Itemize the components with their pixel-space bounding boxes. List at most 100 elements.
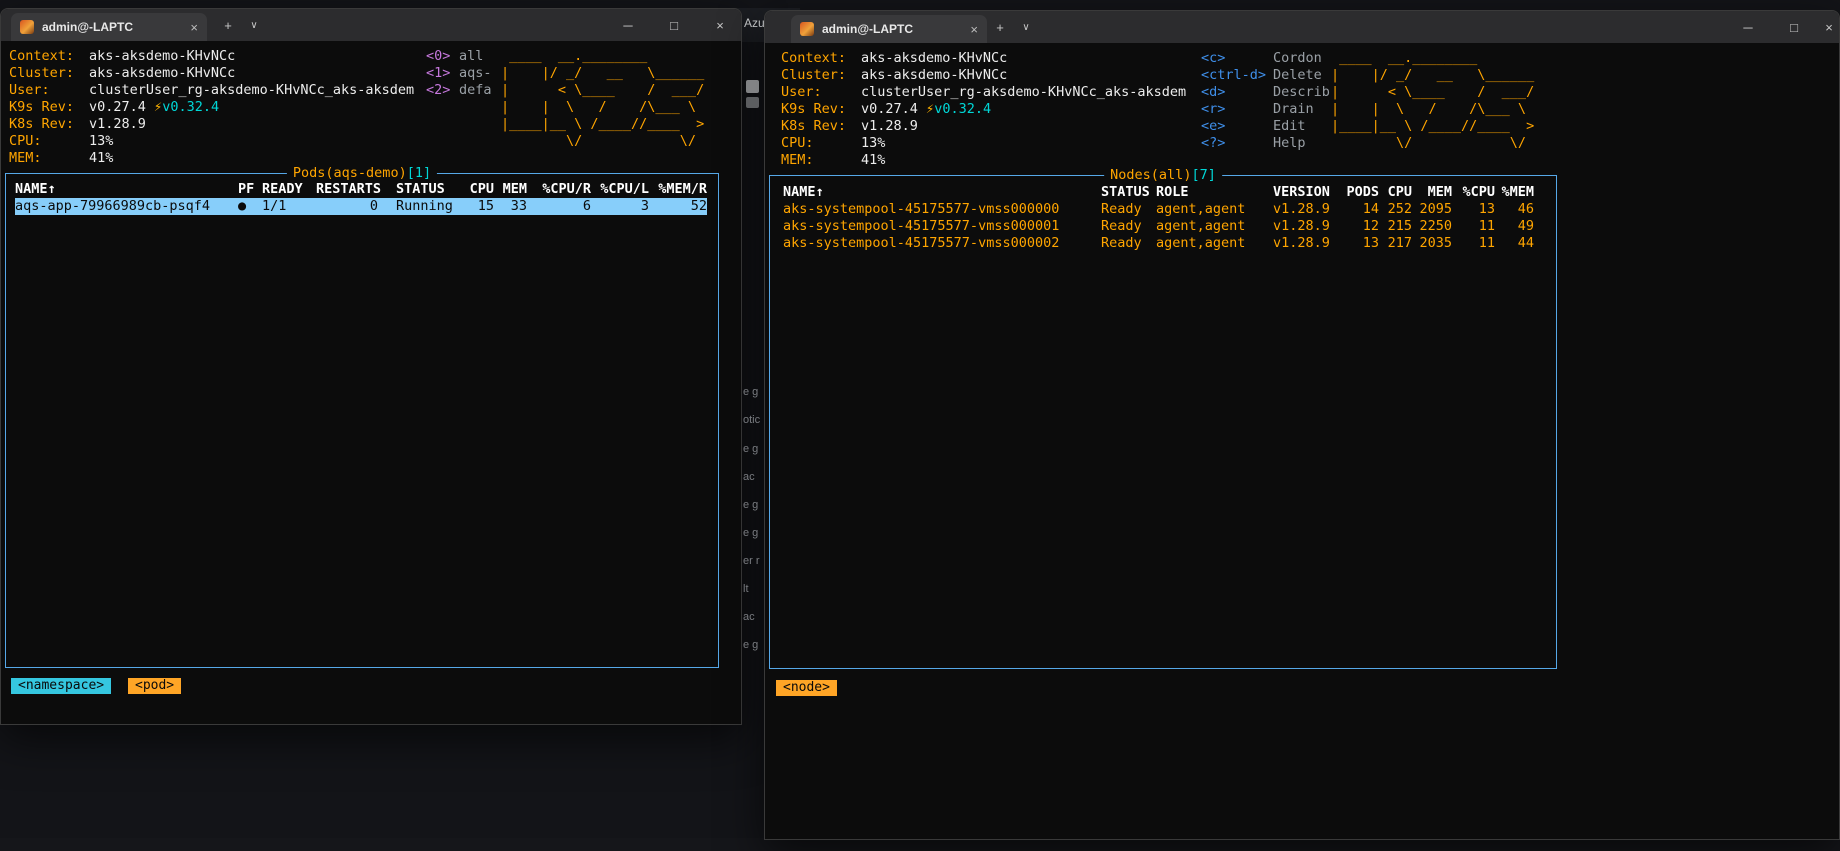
menu-key: <c>	[1201, 50, 1226, 66]
node-row[interactable]: aks-systempool-45175577-vmss000001 Ready…	[783, 218, 1534, 235]
cell-role: agent,agent	[1156, 218, 1246, 234]
info-value: v1.28.9	[89, 116, 146, 132]
cell-cpu-pct: 11	[1478, 235, 1495, 251]
cell-status: Ready	[1101, 201, 1142, 217]
info-label: Context:	[9, 48, 75, 64]
cell-cpu: 217	[1387, 235, 1412, 251]
col-mem: MEM	[502, 181, 527, 197]
k9s-logo: ____ __.________ | |/ _/ __ \______ | < …	[501, 48, 705, 149]
terminal-tab[interactable]: admin@-LAPTC ×	[791, 15, 987, 43]
upgrade-bolt-icon: ⚡	[154, 99, 163, 115]
menu-item-namespace-all[interactable]: <0> all	[426, 48, 483, 65]
node-row[interactable]: aks-systempool-45175577-vmss000002 Ready…	[783, 235, 1534, 252]
col-cpu-pct: %CPU	[1462, 184, 1495, 200]
pod-row-selected[interactable]: aqs-app-79966989cb-psqf4 ● 1/1 0 Running…	[15, 198, 707, 215]
info-label: CPU:	[781, 135, 814, 151]
maximize-button[interactable]: □	[1771, 11, 1817, 43]
node-row[interactable]: aks-systempool-45175577-vmss000000 Ready…	[783, 201, 1534, 218]
menu-item-drain[interactable]: <r> Drain	[1201, 101, 1314, 118]
info-value: v0.27.4	[861, 101, 918, 117]
col-pf: PF	[238, 181, 255, 197]
cell-role: agent,agent	[1156, 201, 1246, 217]
crumb-pod[interactable]: <pod>	[128, 678, 182, 694]
cell-mem-pct: 44	[1517, 235, 1534, 251]
background-text-fragment: e g	[743, 386, 759, 398]
col-cpu-l: %CPU/L	[600, 181, 649, 197]
upgrade-version: v0.32.4	[162, 99, 220, 115]
col-status: STATUS	[1101, 184, 1150, 200]
info-line-user: User: clusterUser_rg-aksdemo-KHvNCc_aks-a…	[9, 82, 414, 99]
info-label: Context:	[781, 50, 847, 66]
background-text-fragment: ac	[743, 611, 755, 623]
close-button[interactable]: ×	[1817, 11, 1839, 43]
cell-cpu: 252	[1387, 201, 1412, 217]
crumb-namespace[interactable]: <namespace>	[11, 678, 112, 694]
crumb-node[interactable]: <node>	[776, 680, 837, 696]
maximize-button[interactable]: □	[651, 9, 697, 41]
menu-label: defa	[459, 82, 492, 98]
terminal-tab[interactable]: admin@-LAPTC ×	[11, 13, 207, 41]
right-titlebar: admin@-LAPTC × + ∨ ─ □ ×	[765, 11, 1839, 43]
menu-item-edit[interactable]: <e> Edit	[1201, 118, 1306, 135]
col-restarts: RESTARTS	[316, 181, 382, 197]
col-name: NAME↑	[783, 184, 824, 200]
close-button[interactable]: ×	[697, 9, 741, 41]
menu-label: Delete	[1273, 67, 1322, 83]
info-line-context: Context: aks-aksdemo-KHvNCc	[9, 48, 235, 65]
cell-cpu: 215	[1387, 218, 1412, 234]
background-text-fragment: e g	[743, 527, 759, 539]
col-mem: MEM	[1427, 184, 1452, 200]
left-terminal-content: Context: aks-aksdemo-KHvNCc Cluster: aks-a…	[1, 41, 741, 724]
menu-item-cordon[interactable]: <c> Cordon	[1201, 50, 1322, 67]
cell-restarts: 0	[369, 198, 378, 214]
cell-role: agent,agent	[1156, 235, 1246, 251]
info-line-cluster: Cluster: aks-aksdemo-KHvNCc	[781, 67, 1007, 84]
background-text-fragment: otic	[743, 414, 761, 426]
tab-close-icon[interactable]: ×	[970, 22, 978, 37]
tab-title: admin@-LAPTC	[822, 22, 914, 36]
info-line-k8s-rev: K8s Rev: v1.28.9	[781, 118, 918, 135]
background-text-fragment: e g	[743, 443, 759, 455]
minimize-button[interactable]: ─	[605, 9, 651, 41]
cell-cpu-l: 3	[640, 198, 649, 214]
minimize-button[interactable]: ─	[1725, 11, 1771, 43]
cell-mem: 2250	[1419, 218, 1452, 234]
right-terminal-window: admin@-LAPTC × + ∨ ─ □ × Context: aks-aks…	[764, 10, 1840, 840]
col-cpu: CPU	[469, 181, 494, 197]
menu-key: <e>	[1201, 118, 1226, 134]
cell-mem-pct: 49	[1517, 218, 1534, 234]
cell-mem: 2095	[1419, 201, 1452, 217]
menu-key: <2>	[426, 82, 451, 98]
menu-item-describe[interactable]: <d> Describ	[1201, 84, 1330, 101]
info-value: aks-aksdemo-KHvNCc	[89, 48, 236, 64]
tab-dropdown-button[interactable]: ∨	[1015, 11, 1037, 43]
pods-table-header: NAME↑ PF READY RESTARTS STATUS CPU MEM %…	[15, 181, 707, 198]
tab-dropdown-button[interactable]: ∨	[243, 9, 265, 41]
cell-pods: 13	[1362, 235, 1379, 251]
info-value: aks-aksdemo-KHvNCc	[861, 50, 1008, 66]
new-tab-button[interactable]: +	[987, 11, 1013, 43]
menu-item-namespace-2[interactable]: <2> defa	[426, 82, 492, 99]
new-tab-button[interactable]: +	[215, 9, 241, 41]
cell-name: aks-systempool-45175577-vmss000000	[783, 201, 1060, 217]
background-text-fragment: er r	[743, 555, 760, 567]
background-scrollbar-thumb[interactable]	[746, 80, 759, 93]
info-label: Cluster:	[9, 65, 75, 81]
tab-close-icon[interactable]: ×	[190, 20, 198, 35]
cell-pods: 12	[1362, 218, 1379, 234]
left-titlebar: admin@-LAPTC × + ∨ ─ □ ×	[1, 9, 741, 41]
info-value: 13%	[861, 135, 886, 151]
menu-item-delete[interactable]: <ctrl-d> Delete	[1201, 67, 1322, 84]
background-scrollbar-track[interactable]	[746, 97, 759, 108]
menu-item-namespace-1[interactable]: <1> aqs-	[426, 65, 492, 82]
menu-label: Help	[1273, 135, 1306, 151]
menu-item-help[interactable]: <?> Help	[1201, 135, 1306, 152]
cell-cpu-r: 6	[582, 198, 591, 214]
info-value: 41%	[861, 152, 886, 168]
cell-mem: 2035	[1419, 235, 1452, 251]
cell-version: v1.28.9	[1273, 235, 1330, 251]
info-label: K9s Rev:	[9, 99, 75, 115]
cell-version: v1.28.9	[1273, 201, 1330, 217]
cell-mem-r: 52	[690, 198, 707, 214]
info-value: clusterUser_rg-aksdemo-KHvNCc_aks-aksdem	[861, 84, 1187, 100]
